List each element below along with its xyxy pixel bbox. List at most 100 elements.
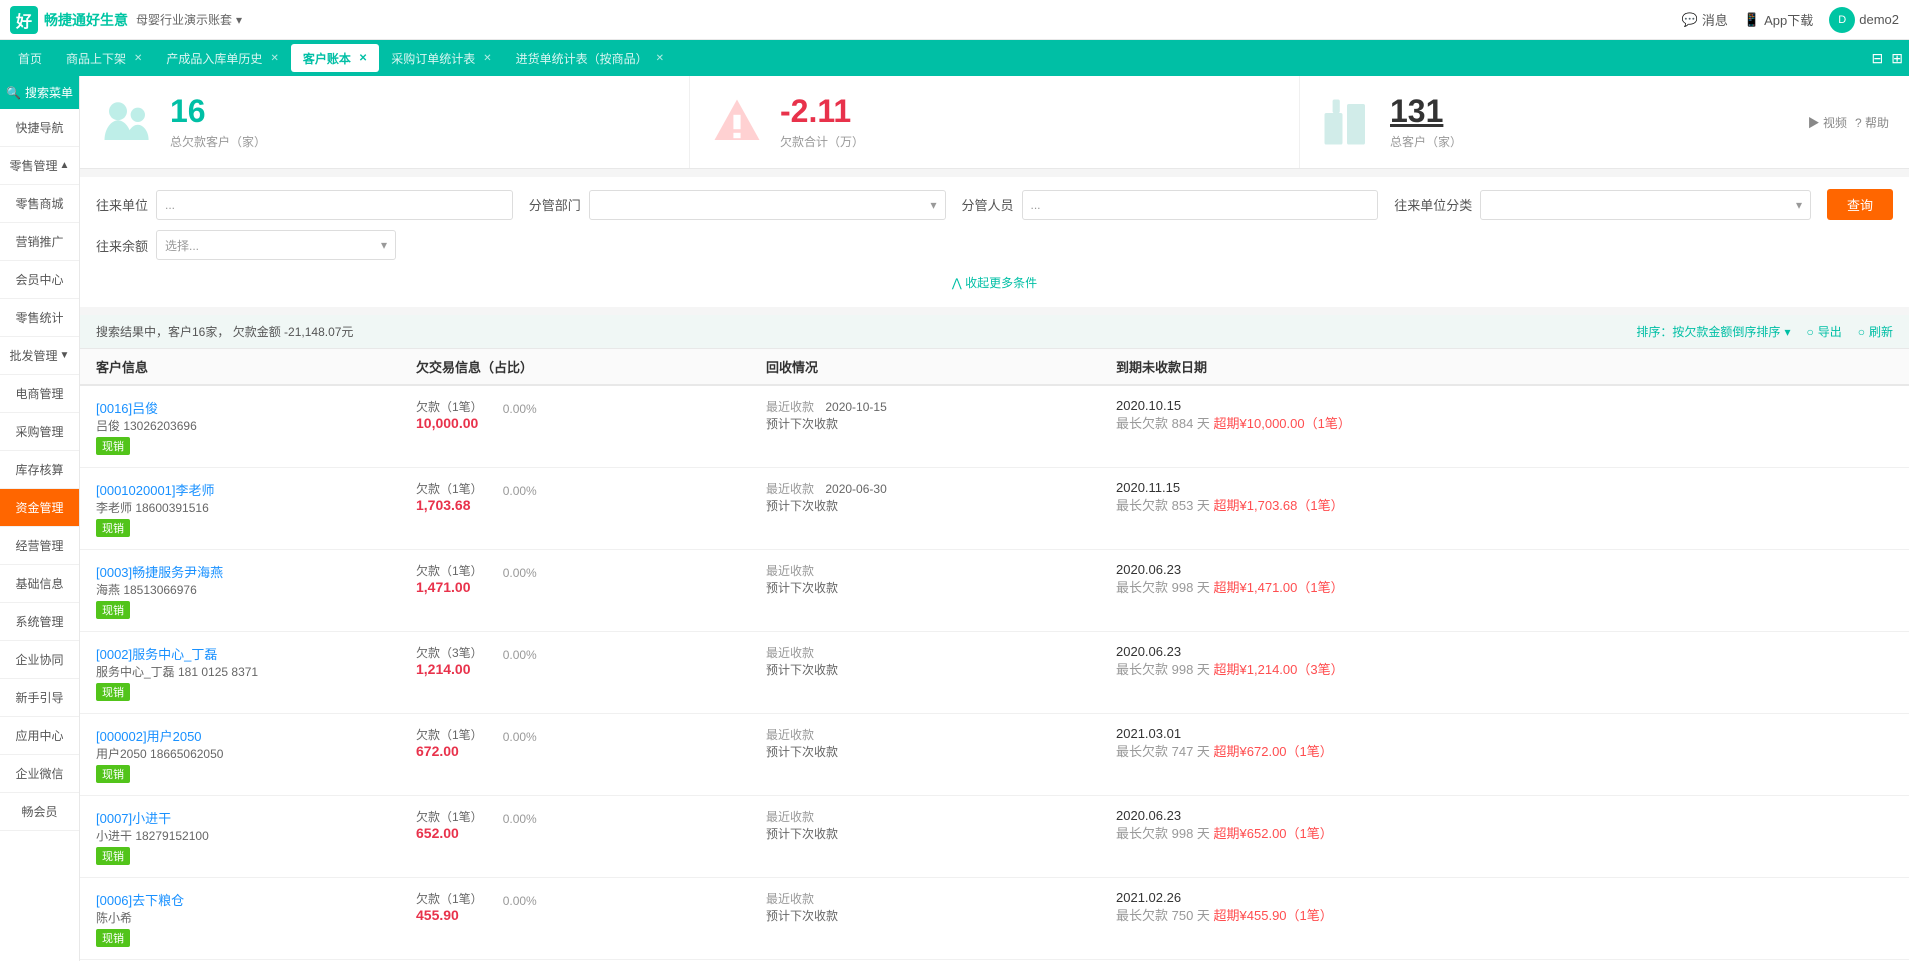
collapse-more-btn[interactable]: ⋀ 收起更多条件 — [96, 270, 1893, 295]
retail-mgmt-arrow: ▲ — [60, 160, 70, 171]
customer-name-link[interactable]: [0003]畅捷服务尹海燕 — [96, 565, 223, 580]
tab-collapse-btn[interactable]: ⊟ — [1872, 50, 1884, 67]
sidebar-item-member-center[interactable]: 会员中心 — [0, 261, 79, 299]
stat-card-right: ▶ 视频 ? 帮助 — [1808, 114, 1889, 131]
customer-name-link[interactable]: [0016]吕俊 — [96, 401, 158, 416]
debt-info: 欠款（1笔） — [416, 726, 483, 743]
overdue-amount-link[interactable]: 超期¥1,214.00（3笔） — [1214, 662, 1344, 677]
sidebar-item-newbie[interactable]: 新手引导 — [0, 679, 79, 717]
sidebar-search[interactable]: 🔍 搜索菜单 — [0, 76, 79, 109]
overdue-cell: 2021.02.26 最长欠款 750 天 超期¥455.90（1笔） — [1116, 890, 1893, 924]
sidebar-item-retail-stats[interactable]: 零售统计 — [0, 299, 79, 337]
customer-name-link[interactable]: [0002]服务中心_丁磊 — [96, 647, 217, 662]
search-button[interactable]: 查询 — [1827, 189, 1893, 220]
customer-name-link[interactable]: [000002]用户2050 — [96, 729, 202, 744]
logo-text: 畅捷通好生意 — [44, 10, 128, 30]
sidebar-item-purchase-mgmt[interactable]: 采购管理 — [0, 413, 79, 451]
company-selector[interactable]: 母婴行业演示账套 ▾ — [136, 11, 242, 28]
overdue-cell: 2021.03.01 最长欠款 747 天 超期¥672.00（1笔） — [1116, 726, 1893, 760]
unit-category-input[interactable]: ▾ — [1480, 190, 1811, 220]
sidebar-item-retail-store[interactable]: 零售商城 — [0, 185, 79, 223]
debt-amount[interactable]: 10,000.00 — [416, 415, 483, 431]
main-layout: 🔍 搜索菜单 快捷导航 零售管理 ▲ 零售商城 营销推广 会员中心 零售统计 — [0, 76, 1909, 961]
tab-purchase-stats-close[interactable]: ✕ — [483, 53, 491, 64]
company-dropdown-icon: ▾ — [236, 13, 242, 27]
sidebar-item-capital-mgmt[interactable]: 资金管理 — [0, 489, 79, 527]
recovery-info: 最近收款 — [766, 890, 1116, 907]
debt-percent: 0.00% — [503, 562, 537, 580]
tab-instock-stats-close[interactable]: ✕ — [656, 53, 664, 64]
sort-select[interactable]: 排序：按欠款金额倒序排序 ▾ — [1636, 323, 1790, 340]
sidebar-item-basic-info[interactable]: 基础信息 — [0, 565, 79, 603]
overdue-amount-link[interactable]: 超期¥10,000.00（1笔） — [1214, 416, 1351, 431]
recovery-info: 最近收款 — [766, 808, 1116, 825]
overdue-amount-link[interactable]: 超期¥652.00（1笔） — [1214, 826, 1333, 841]
tab-home-label: 首页 — [18, 50, 42, 67]
sidebar-item-inventory[interactable]: 库存核算 — [0, 451, 79, 489]
message-btn[interactable]: 💬 消息 — [1682, 10, 1728, 29]
tab-customer-account[interactable]: 客户账本 ✕ — [291, 44, 379, 72]
sidebar: 🔍 搜索菜单 快捷导航 零售管理 ▲ 零售商城 营销推广 会员中心 零售统计 — [0, 76, 80, 961]
overdue-amount-link[interactable]: 超期¥1,703.68（1笔） — [1214, 498, 1344, 513]
tab-product-history[interactable]: 产成品入库单历史 ✕ — [154, 44, 290, 72]
app-download-btn[interactable]: 📱 App下载 — [1744, 10, 1813, 29]
debt-amount[interactable]: 1,703.68 — [416, 497, 483, 513]
tab-expand-btn[interactable]: ⊞ — [1891, 50, 1903, 67]
search-icon: 🔍 — [6, 86, 21, 100]
tab-product-history-close[interactable]: ✕ — [270, 53, 278, 64]
debt-amount[interactable]: 455.90 — [416, 907, 483, 923]
sidebar-item-vip-member[interactable]: 畅会员 — [0, 793, 79, 831]
video-icon: ▶ — [1808, 116, 1820, 130]
customer-phone: 陈小希 — [96, 909, 416, 926]
customer-tag: 现销 — [96, 683, 130, 701]
debt-amount[interactable]: 672.00 — [416, 743, 483, 759]
overdue-days: 最长欠款 853 天 超期¥1,703.68（1笔） — [1116, 495, 1893, 514]
recovery-info: 最近收款 2020-10-15 — [766, 398, 1116, 415]
sidebar-item-retail-mgmt[interactable]: 零售管理 ▲ — [0, 147, 79, 185]
table-row: [0006]去下粮仓 陈小希 现销 欠款（1笔） 455.90 0.00% 最近… — [80, 878, 1909, 960]
dept-input[interactable]: ▾ — [589, 190, 946, 220]
export-btn[interactable]: ○ 导出 — [1806, 323, 1841, 340]
refresh-btn[interactable]: ○ 刷新 — [1858, 323, 1893, 340]
help-btn[interactable]: ? 帮助 — [1855, 114, 1889, 131]
sidebar-item-marketing[interactable]: 营销推广 — [0, 223, 79, 261]
overdue-amount-link[interactable]: 超期¥672.00（1笔） — [1214, 744, 1333, 759]
sidebar-item-quick-nav[interactable]: 快捷导航 — [0, 109, 79, 147]
person-input[interactable]: ... — [1022, 190, 1379, 220]
sidebar-item-corp-collab[interactable]: 企业协同 — [0, 641, 79, 679]
source-unit-input[interactable]: ... — [156, 190, 513, 220]
customer-name-link[interactable]: [0006]去下粮仓 — [96, 893, 184, 908]
table-row: [000002]用户2050 用户2050 18665062050 现销 欠款（… — [80, 714, 1909, 796]
overdue-amount-link[interactable]: 超期¥1,471.00（1笔） — [1214, 580, 1344, 595]
debt-amount[interactable]: 1,214.00 — [416, 661, 483, 677]
sidebar-item-ecommerce[interactable]: 电商管理 — [0, 375, 79, 413]
filter-source-unit-label: 往来单位 — [96, 195, 148, 214]
table-row: [0003]畅捷服务尹海燕 海燕 18513066976 现销 欠款（1笔） 1… — [80, 550, 1909, 632]
stat-info-customers: 16 总欠款客户（家） — [170, 94, 669, 150]
video-btn[interactable]: ▶ 视频 — [1808, 114, 1847, 131]
user-menu[interactable]: D demo2 — [1829, 7, 1899, 33]
overdue-amount-link[interactable]: 超期¥455.90（1笔） — [1214, 908, 1333, 923]
debt-amount[interactable]: 1,471.00 — [416, 579, 483, 595]
recovery-cell: 最近收款 预计下次收款 — [766, 726, 1116, 760]
tab-home[interactable]: 首页 — [6, 44, 54, 72]
tab-customer-account-close[interactable]: ✕ — [359, 53, 367, 64]
sidebar-item-corp-wechat[interactable]: 企业微信 — [0, 755, 79, 793]
sidebar-item-ops-mgmt[interactable]: 经营管理 — [0, 527, 79, 565]
tab-product-offsale[interactable]: 商品上下架 ✕ — [54, 44, 154, 72]
customer-tag: 现销 — [96, 765, 130, 783]
customer-name-link[interactable]: [0007]小进干 — [96, 811, 171, 826]
sidebar-item-app-center[interactable]: 应用中心 — [0, 717, 79, 755]
recovery-info: 最近收款 — [766, 726, 1116, 743]
tab-purchase-stats[interactable]: 采购订单统计表 ✕ — [379, 44, 503, 72]
balance-input[interactable]: 选择... ▾ — [156, 230, 396, 260]
stat-value-customers: 16 — [170, 94, 669, 129]
tab-product-offsale-close[interactable]: ✕ — [134, 53, 142, 64]
debt-amount[interactable]: 652.00 — [416, 825, 483, 841]
tab-instock-stats[interactable]: 进货单统计表（按商品） ✕ — [504, 44, 676, 72]
overdue-date: 2020.10.15 — [1116, 398, 1893, 413]
results-actions: 排序：按欠款金额倒序排序 ▾ ○ 导出 ○ 刷新 — [1636, 323, 1893, 340]
sidebar-item-sys-mgmt[interactable]: 系统管理 — [0, 603, 79, 641]
customer-name-link[interactable]: [0001020001]李老师 — [96, 483, 215, 498]
sidebar-item-batch-mgmt[interactable]: 批发管理 ▼ — [0, 337, 79, 375]
